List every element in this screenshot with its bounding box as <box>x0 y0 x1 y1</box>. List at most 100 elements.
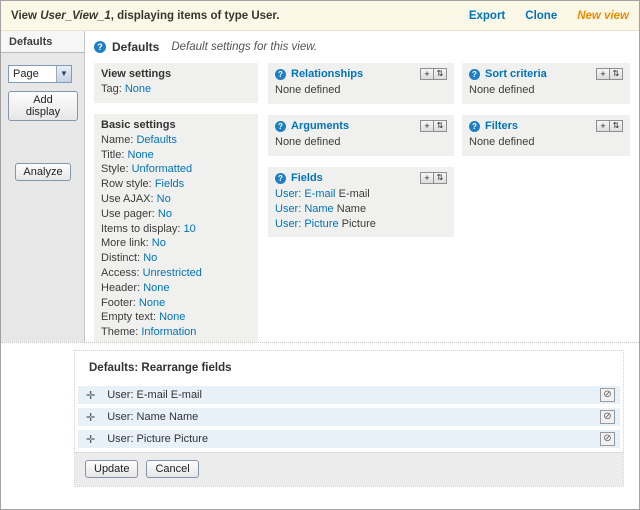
setting-row: Name: Defaults <box>101 133 251 148</box>
defaults-header: ? Defaults Default settings for this vie… <box>94 38 630 63</box>
view-editor-body: Defaults Page ▼ Add display Analyze ? De… <box>1 31 639 343</box>
sort-criteria-empty-text: None defined <box>469 84 535 96</box>
setting-value-link[interactable]: No <box>143 252 157 264</box>
settings-columns: View settings Tag: None Basic settings N… <box>94 63 630 342</box>
add-icon[interactable]: + <box>596 120 610 132</box>
clone-link[interactable]: Clone <box>525 10 557 22</box>
settings-column-3: ? Sort criteria + ⇅ None defined ? Filte… <box>462 63 630 342</box>
help-icon[interactable]: ? <box>275 68 286 80</box>
setting-value-link[interactable]: Unrestricted <box>143 267 202 279</box>
setting-label: Footer: <box>101 296 136 309</box>
setting-value-link[interactable]: Defaults <box>136 134 176 146</box>
row-label: User: E-mail E-mail <box>107 389 202 401</box>
help-icon[interactable]: ? <box>94 41 106 53</box>
defaults-description: Default settings for this view. <box>171 41 318 53</box>
update-button[interactable]: Update <box>85 460 139 478</box>
add-icon[interactable]: + <box>420 68 434 80</box>
setting-value-link[interactable]: Information <box>141 326 196 338</box>
rearrange-icon[interactable]: ⇅ <box>433 120 447 132</box>
help-icon[interactable]: ? <box>469 120 480 132</box>
setting-value-link[interactable]: None <box>139 297 165 309</box>
cancel-button[interactable]: Cancel <box>146 460 199 478</box>
setting-label: Items to display: <box>101 222 181 235</box>
add-icon[interactable]: + <box>420 172 434 184</box>
drag-handle-icon[interactable]: ✛ <box>86 389 95 402</box>
setting-value-link[interactable]: No <box>158 208 172 220</box>
drag-handle-icon[interactable]: ✛ <box>86 411 95 424</box>
field-link[interactable]: User: Name <box>275 203 334 215</box>
view-title-suffix: , displaying items of type User. <box>110 9 280 22</box>
setting-label: Use AJAX: <box>101 192 154 205</box>
field-link[interactable]: User: E-mail <box>275 188 336 200</box>
display-type-select[interactable]: Page ▼ <box>8 65 72 83</box>
export-link[interactable]: Export <box>469 10 505 22</box>
rearrange-fields-form: Defaults: Rearrange fields ✛ User: E-mai… <box>74 350 624 487</box>
relationships-title-link[interactable]: Relationships <box>291 68 363 80</box>
sort-criteria-actions: + ⇅ <box>596 68 623 80</box>
setting-value-link[interactable]: No <box>157 193 171 205</box>
relationships-empty-text: None defined <box>275 84 341 96</box>
add-icon[interactable]: + <box>596 68 610 80</box>
setting-row: Distinct: No <box>101 251 251 266</box>
setting-row: Use pager: No <box>101 207 251 222</box>
setting-label: Theme: <box>101 326 139 339</box>
sort-criteria-title-link[interactable]: Sort criteria <box>485 68 547 80</box>
arguments-empty-text: None defined <box>275 136 341 148</box>
field-suffix: Picture <box>341 217 376 230</box>
arguments-panel-header: ? Arguments + ⇅ <box>275 120 447 132</box>
arguments-actions: + ⇅ <box>420 120 447 132</box>
view-title-prefix: View <box>11 9 41 22</box>
filters-empty-text: None defined <box>469 136 535 148</box>
add-display-button[interactable]: Add display <box>8 91 78 121</box>
setting-value-link[interactable]: None <box>128 149 154 161</box>
tab-defaults[interactable]: Defaults <box>1 31 84 53</box>
settings-column-1: View settings Tag: None Basic settings N… <box>94 63 258 342</box>
setting-value-link[interactable]: 10 <box>184 223 196 235</box>
setting-value-link[interactable]: Fields <box>155 178 184 190</box>
view-name: User_View_1 <box>40 9 111 22</box>
view-summary-bar: View User_View_1, displaying items of ty… <box>1 1 639 31</box>
help-icon[interactable]: ? <box>469 68 480 80</box>
remove-button[interactable]: ⊘ <box>600 410 615 424</box>
fields-actions: + ⇅ <box>420 172 447 184</box>
remove-button[interactable]: ⊘ <box>600 388 615 402</box>
setting-row: More link: No <box>101 236 251 251</box>
rearrange-icon[interactable]: ⇅ <box>433 172 447 184</box>
setting-value-link[interactable]: Unformatted <box>132 163 193 175</box>
new-view-link[interactable]: New view <box>577 10 629 22</box>
filters-panel: ? Filters + ⇅ None defined <box>462 115 630 156</box>
add-icon[interactable]: + <box>420 120 434 132</box>
fields-title-link[interactable]: Fields <box>291 172 323 184</box>
field-link[interactable]: User: Picture <box>275 218 339 230</box>
arguments-title-link[interactable]: Arguments <box>291 120 349 132</box>
view-settings-panel: View settings Tag: None <box>94 63 258 103</box>
relationships-panel: ? Relationships + ⇅ None defined <box>268 63 454 104</box>
help-icon[interactable]: ? <box>275 172 286 184</box>
sort-criteria-panel: ? Sort criteria + ⇅ None defined <box>462 63 630 104</box>
rearrange-icon[interactable]: ⇅ <box>433 68 447 80</box>
basic-settings-panel: Basic settings Name: Defaults Title: Non… <box>94 113 258 342</box>
setting-row: Header: None <box>101 281 251 296</box>
field-suffix: E-mail <box>338 188 370 200</box>
display-sidebar: Defaults Page ▼ Add display Analyze <box>1 31 85 342</box>
drag-handle-icon[interactable]: ✛ <box>86 433 95 446</box>
filters-title-link[interactable]: Filters <box>485 120 518 132</box>
setting-row: Tag: None <box>101 82 251 97</box>
sort-criteria-panel-header: ? Sort criteria + ⇅ <box>469 68 623 80</box>
setting-value-link[interactable]: None <box>125 83 151 95</box>
setting-value-link[interactable]: None <box>159 311 185 323</box>
field-item: User: Picture Picture <box>275 217 447 232</box>
setting-label: Header: <box>101 281 141 294</box>
setting-row: Row style: Fields <box>101 177 251 192</box>
setting-value-link[interactable]: No <box>152 237 166 249</box>
rearrange-icon[interactable]: ⇅ <box>609 68 623 80</box>
remove-button[interactable]: ⊘ <box>600 432 615 446</box>
setting-value-link[interactable]: None <box>143 282 169 294</box>
help-icon[interactable]: ? <box>275 120 286 132</box>
view-action-links: Export Clone New view <box>449 10 629 22</box>
defaults-heading: Defaults <box>112 40 160 54</box>
analyze-button[interactable]: Analyze <box>15 163 71 181</box>
rearrange-icon[interactable]: ⇅ <box>609 120 623 132</box>
setting-label: Distinct: <box>101 252 141 265</box>
setting-label: Tag: <box>101 83 122 95</box>
